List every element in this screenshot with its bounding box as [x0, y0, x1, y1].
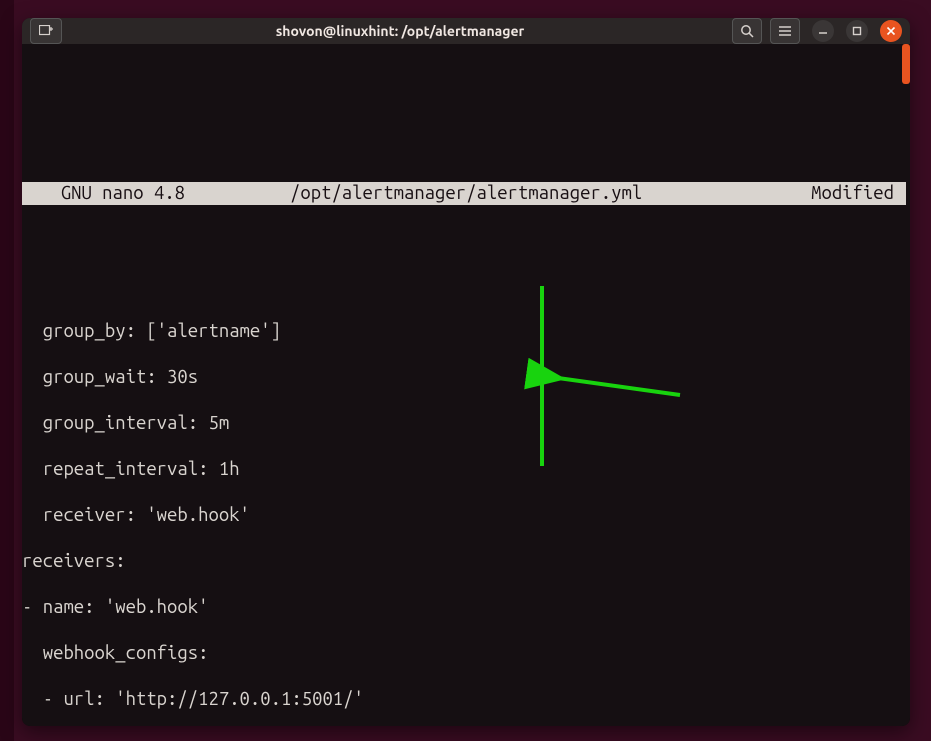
close-icon [886, 26, 896, 36]
titlebar-right-controls [732, 18, 910, 44]
editor-line: group_interval: 5m [22, 412, 906, 435]
activity-bar [0, 0, 14, 741]
window-title: shovon@linuxhint: /opt/alertmanager [68, 23, 732, 39]
minimize-button[interactable] [812, 20, 834, 42]
nano-file-path: /opt/alertmanager/alertmanager.yml [290, 182, 784, 205]
close-button[interactable] [880, 20, 902, 42]
editor-line: - name: 'web.hook' [22, 596, 906, 619]
editor-line: receivers: [22, 550, 906, 573]
maximize-button[interactable] [846, 20, 868, 42]
editor-line: repeat_interval: 1h [22, 458, 906, 481]
nano-header: GNU nano 4.8 /opt/alertmanager/alertmana… [22, 182, 906, 205]
editor-line: receiver: 'web.hook' [22, 504, 906, 527]
editor-line: group_by: ['alertname'] [22, 320, 906, 343]
scrollbar-thumb[interactable] [902, 44, 910, 84]
nano-app-name: GNU nano 4.8 [24, 182, 290, 205]
minimize-icon [818, 26, 828, 36]
editor-content[interactable]: group_by: ['alertname'] group_wait: 30s … [22, 297, 906, 726]
editor-line: - url: 'http://127.0.0.1:5001/' [22, 688, 906, 711]
search-icon [740, 24, 754, 38]
editor-line: webhook_configs: [22, 642, 906, 665]
nano-status: Modified [784, 182, 904, 205]
editor-line: group_wait: 30s [22, 366, 906, 389]
titlebar: shovon@linuxhint: /opt/alertmanager [22, 18, 910, 44]
new-tab-icon [39, 25, 53, 37]
menu-button[interactable] [770, 18, 800, 44]
terminal-body[interactable]: GNU nano 4.8 /opt/alertmanager/alertmana… [22, 44, 910, 726]
maximize-icon [852, 26, 862, 36]
new-tab-button[interactable] [30, 18, 62, 44]
terminal-window: shovon@linuxhint: /opt/alertmanager [22, 18, 910, 726]
hamburger-icon [778, 25, 792, 37]
search-button[interactable] [732, 18, 762, 44]
